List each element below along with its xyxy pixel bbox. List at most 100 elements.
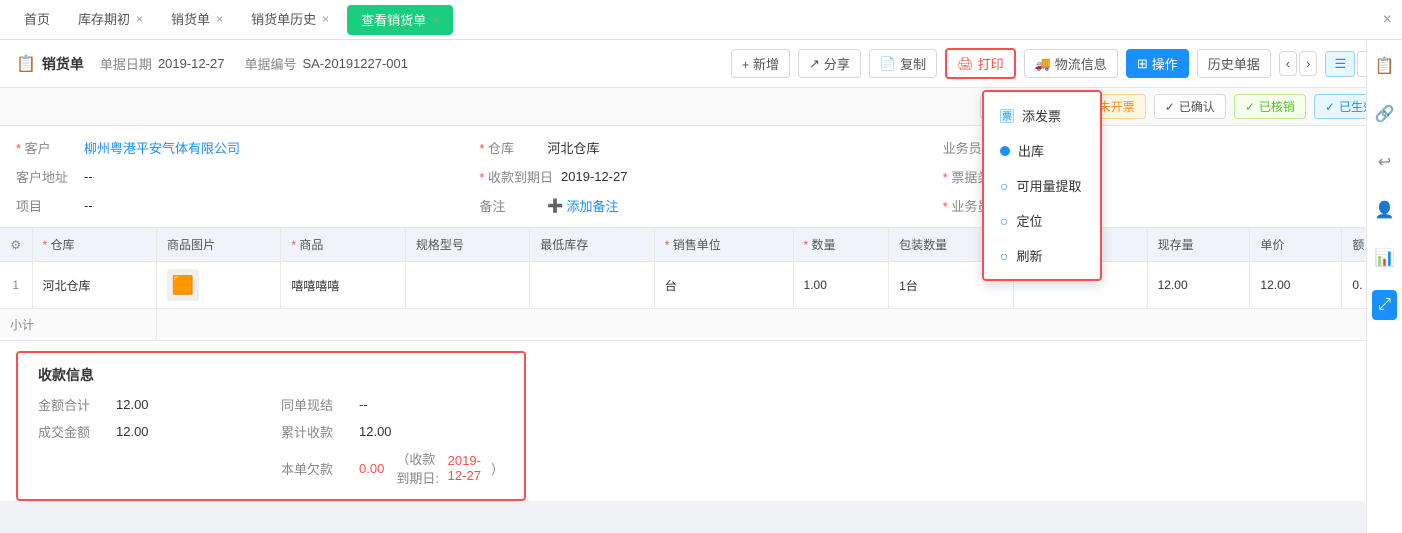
project-row: 项目 -- xyxy=(16,196,459,215)
row-stock: 12.00 xyxy=(1147,262,1250,309)
print-button[interactable]: 🖨 打印 xyxy=(945,48,1016,79)
customer-label: 客户 xyxy=(16,138,76,157)
add-invoice-label: 添发票 xyxy=(1022,106,1061,125)
address-row: 客户地址 -- xyxy=(16,167,459,186)
sidebar-doc-icon[interactable]: 📋 xyxy=(1369,50,1401,82)
confirm-btn[interactable]: ✓ 已确认 xyxy=(1154,94,1226,119)
tab-close-all[interactable]: × xyxy=(1383,11,1392,29)
refresh-icon: ○ xyxy=(1000,248,1008,264)
balance-value: 0.00 xyxy=(359,461,384,476)
tab-sales[interactable]: 销货单 × xyxy=(157,0,237,40)
doc-header: 📋 销货单 单据日期 2019-12-27 单据编号 SA-20191227-0… xyxy=(0,40,1402,88)
doc-date-value: 2019-12-27 xyxy=(158,56,225,71)
table-header-row: ⚙ * 仓库 商品图片 * 商品 规格型号 最低库存 * 销售单位 * 数量 包… xyxy=(0,228,1402,262)
col-unit: * 销售单位 xyxy=(654,228,793,262)
next-arrow[interactable]: › xyxy=(1299,51,1317,76)
product-image: 🟧 xyxy=(167,269,199,301)
subtotal-row: 小计 xyxy=(0,309,1402,341)
total-amount-value: 12.00 xyxy=(116,397,149,412)
summary-panel: 收款信息 金额合计 12.00 同单现结 -- 成交金额 12.00 累计收款 … xyxy=(16,351,526,501)
warehouse-row: 仓库 河北仓库 xyxy=(479,138,922,157)
doc-actions: + 新增 ↗ 分享 📄 复制 🖨 打印 🚚 物流信息 ⊞ 操作 历史单据 xyxy=(731,48,1386,79)
warehouse-value: 河北仓库 xyxy=(547,138,599,157)
outbound-item[interactable]: 出库 xyxy=(984,133,1100,168)
subtotal-empty xyxy=(156,309,1401,341)
new-button[interactable]: + 新增 xyxy=(731,49,790,78)
note-label: 备注 xyxy=(479,196,539,215)
outbound-label: 出库 xyxy=(1018,141,1044,160)
balance-suffix: （收款到期日: xyxy=(396,449,439,487)
doc-meta: 单据日期 2019-12-27 单据编号 SA-20191227-001 xyxy=(100,54,408,73)
row-unit: 台 xyxy=(654,262,793,309)
tab-close-view-sales[interactable]: × xyxy=(432,13,439,27)
project-value: -- xyxy=(84,198,93,213)
operations-button[interactable]: ⊞ 操作 xyxy=(1126,49,1189,78)
add-invoice-item[interactable]: 票 添发票 xyxy=(984,98,1100,133)
sidebar-expand-icon[interactable]: ⤢ xyxy=(1372,290,1397,320)
refresh-item[interactable]: ○ 刷新 xyxy=(984,238,1100,273)
row-image: 🟧 xyxy=(156,262,280,309)
prev-arrow[interactable]: ‹ xyxy=(1279,51,1297,76)
plus-icon: ➕ xyxy=(547,198,563,214)
add-note-btn[interactable]: ➕ 添加备注 xyxy=(547,196,618,215)
tab-close-inventory[interactable]: × xyxy=(136,12,143,26)
row-min-stock xyxy=(530,262,654,309)
customer-row: 客户 柳州粤港平安气体有限公司 xyxy=(16,138,459,157)
col-min-stock: 最低库存 xyxy=(530,228,654,262)
doc-title-text: 销货单 xyxy=(42,54,84,74)
subtotal-label: 小计 xyxy=(0,309,156,341)
location-item[interactable]: ○ 定位 xyxy=(984,203,1100,238)
available-quantity-label: 可用量提取 xyxy=(1016,176,1081,195)
col-spec: 规格型号 xyxy=(405,228,529,262)
logistics-button[interactable]: 🚚 物流信息 xyxy=(1024,49,1118,78)
payment-date-row: 收款到期日 2019-12-27 xyxy=(479,167,922,186)
total-amount-label: 金额合计 xyxy=(38,395,108,414)
cancelled-btn[interactable]: ✓ 已核销 xyxy=(1234,94,1306,119)
row-spec xyxy=(405,262,529,309)
total-received-label: 累计收款 xyxy=(281,422,351,441)
warehouse-label: 仓库 xyxy=(479,138,539,157)
tab-inventory[interactable]: 库存期初 × xyxy=(64,0,157,40)
note-row: 备注 ➕ 添加备注 xyxy=(479,196,922,215)
total-received-row: 累计收款 12.00 xyxy=(281,422,504,441)
location-icon: ○ xyxy=(1000,213,1008,229)
check-icon: ✓ xyxy=(1165,100,1175,114)
tab-close-sales[interactable]: × xyxy=(216,12,223,26)
project-label: 项目 xyxy=(16,196,76,215)
balance-row: 本单欠款 0.00 （收款到期日: 2019-12-27 ） xyxy=(281,449,504,487)
doc-title-icon: 📋 xyxy=(16,54,36,74)
doc-date-group: 单据日期 2019-12-27 xyxy=(100,54,225,73)
summary-grid: 金额合计 12.00 同单现结 -- 成交金额 12.00 累计收款 12.00… xyxy=(38,395,504,487)
tab-home[interactable]: 首页 xyxy=(10,0,64,40)
col-price: 单价 xyxy=(1250,228,1342,262)
list-view-btn[interactable]: ☰ xyxy=(1325,51,1355,77)
sidebar-user-icon[interactable]: 👤 xyxy=(1369,194,1401,226)
doc-number-label: 单据编号 xyxy=(244,54,296,73)
tab-view-sales[interactable]: 查看销货单 × xyxy=(347,5,453,35)
outbound-icon xyxy=(1000,146,1010,156)
deal-amount-label: 成交金额 xyxy=(38,422,108,441)
col-quantity: * 数量 xyxy=(793,228,889,262)
cancelled-icon: ✓ xyxy=(1245,100,1255,114)
print-icon: 🖨 xyxy=(957,56,974,72)
doc-number-group: 单据编号 SA-20191227-001 xyxy=(244,54,408,73)
row-product: 嘻嘻嘻嘻 xyxy=(281,262,405,309)
sidebar-return-icon[interactable]: ↩ xyxy=(1372,146,1397,178)
tab-bar: 首页 库存期初 × 销货单 × 销货单历史 × 查看销货单 × × xyxy=(0,0,1402,40)
tab-close-sales-history[interactable]: × xyxy=(322,12,329,26)
history-button[interactable]: 历史单据 xyxy=(1197,49,1271,78)
total-amount-row: 金额合计 12.00 xyxy=(38,395,261,414)
row-num: 1 xyxy=(0,262,32,309)
sidebar-link-icon[interactable]: 🔗 xyxy=(1369,98,1401,130)
address-label: 客户地址 xyxy=(16,167,76,186)
sidebar-chart-icon[interactable]: 📊 xyxy=(1369,242,1401,274)
copy-button[interactable]: 📄 复制 xyxy=(869,49,937,78)
product-table: ⚙ * 仓库 商品图片 * 商品 规格型号 最低库存 * 销售单位 * 数量 包… xyxy=(0,228,1402,341)
tab-sales-history[interactable]: 销货单历史 × xyxy=(237,0,343,40)
customer-value[interactable]: 柳州粤港平安气体有限公司 xyxy=(84,138,240,157)
available-quantity-item[interactable]: ○ 可用量提取 xyxy=(984,168,1100,203)
share-button[interactable]: ↗ 分享 xyxy=(798,49,861,78)
available-qty-icon: ○ xyxy=(1000,178,1008,194)
same-order-value: -- xyxy=(359,397,368,412)
table-container: ⚙ * 仓库 商品图片 * 商品 规格型号 最低库存 * 销售单位 * 数量 包… xyxy=(0,227,1402,341)
